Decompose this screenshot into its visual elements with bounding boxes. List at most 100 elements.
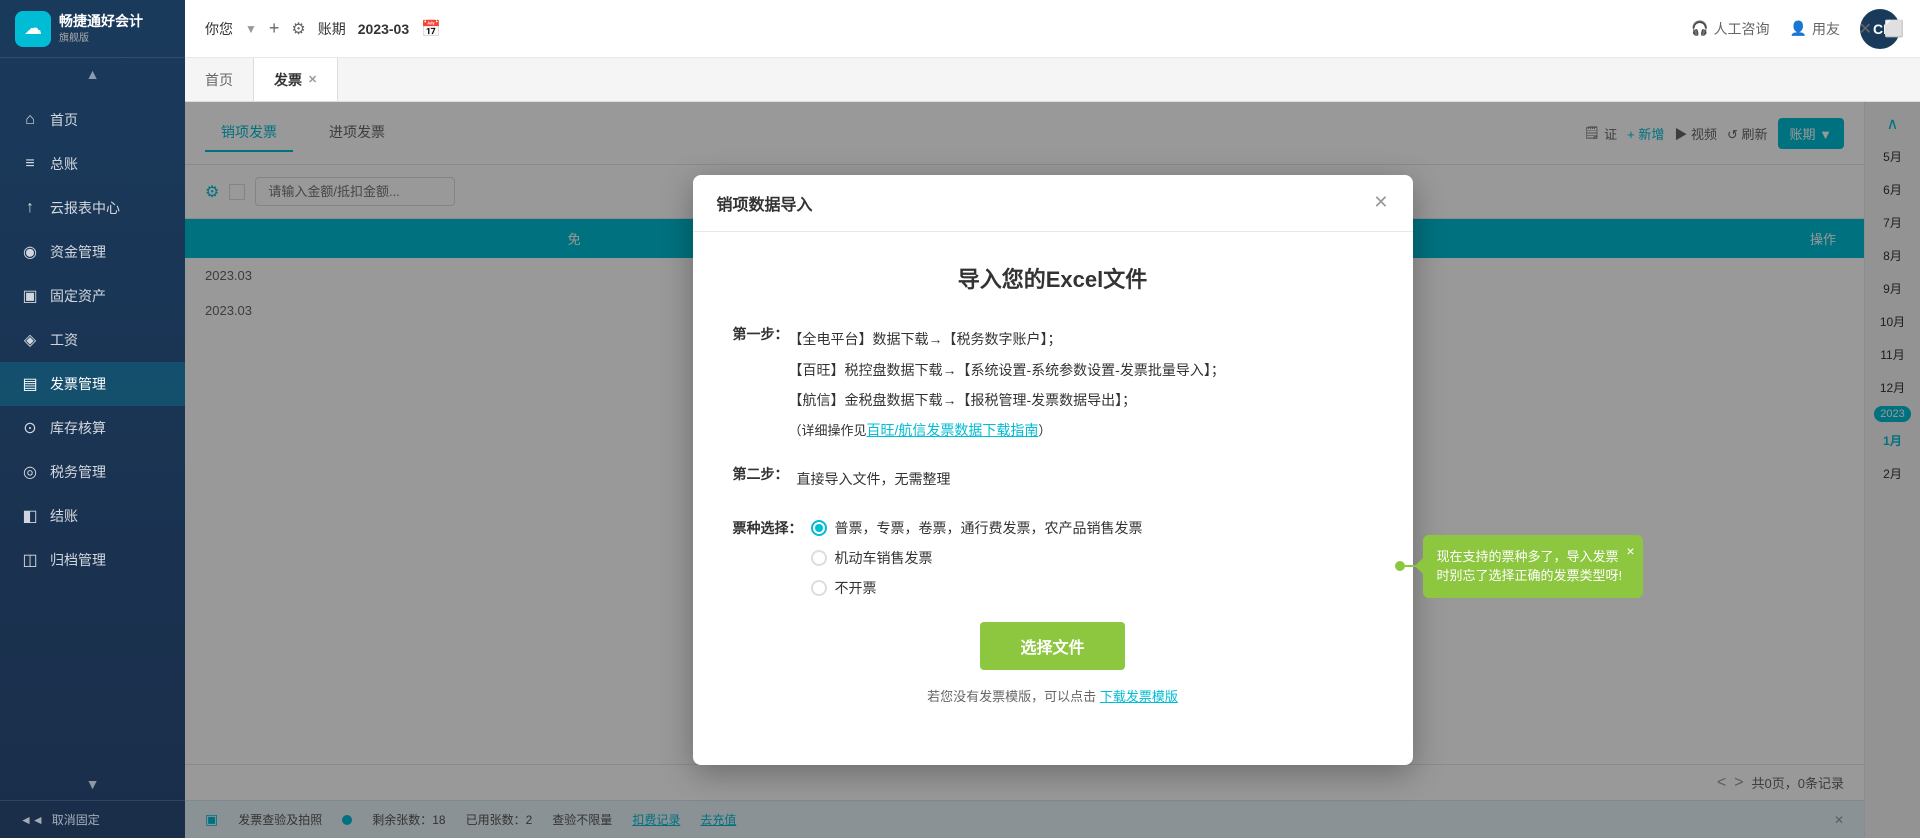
footer-text: 若您没有发票模版，可以点击: [927, 689, 1096, 704]
add-btn[interactable]: +: [269, 18, 280, 39]
tax-icon: ◎: [20, 462, 40, 482]
radio-label-none: 不开票: [835, 578, 877, 598]
content-area: 销项发票 进项发票 🗒 证 + 新增 ▶ 视频 ↺ 刷新 账期 ▼ ⚙: [185, 102, 1920, 838]
sidebar-item-closing[interactable]: ◧ 结账: [0, 494, 185, 538]
user-btn[interactable]: 👤 用友: [1790, 19, 1840, 39]
logo-icon: ☁: [15, 11, 51, 47]
step1-guide-link[interactable]: 百旺/航信发票数据下载指南: [867, 422, 1039, 438]
sidebar-label-ledger: 总账: [50, 154, 78, 174]
sidebar-item-archive[interactable]: ◫ 归档管理: [0, 538, 185, 582]
topbar: 你您 ▼ + ⚙ 账期 2023-03 📅 🎧 人工咨询 👤 用友 CI ✕ ⬜: [185, 0, 1920, 58]
sidebar-item-stock[interactable]: ⊙ 库存核算: [0, 406, 185, 450]
user-icon: 👤: [1790, 20, 1807, 37]
sidebar-label-home: 首页: [50, 110, 78, 130]
tooltip-bubble: × 现在支持的票种多了，导入发票时别忘了选择正确的发票类型呀!: [1423, 535, 1643, 598]
ticket-label: 票种选择：: [733, 518, 803, 538]
radio-label-normal: 普票，专票，卷票，通行费发票，农产品销售发票: [835, 518, 1143, 538]
radio-circle-motor: [811, 550, 827, 566]
modal-title: 销项数据导入: [717, 191, 813, 215]
calendar-icon[interactable]: 📅: [421, 19, 441, 39]
modal-overlay: 销项数据导入 ✕ 导入您的Excel文件 第一步： 【全电平台】数据下载→【税务…: [185, 102, 1920, 838]
tab-home-label: 首页: [205, 70, 233, 90]
step1-line1: 【全电平台】数据下载→【税务数字账户】；: [789, 324, 1373, 355]
cloud-icon: ↑: [20, 199, 40, 217]
pin-icon: ◄◄: [20, 813, 44, 827]
fund-icon: ◉: [20, 242, 40, 262]
archive-icon: ◫: [20, 550, 40, 570]
step2-content: 直接导入文件，无需整理: [797, 469, 951, 489]
cancel-pin-btn[interactable]: ◄◄ 取消固定: [0, 800, 185, 838]
closing-icon: ◧: [20, 506, 40, 526]
logo-name: 畅捷通好会计: [59, 13, 143, 30]
tooltip-text: 现在支持的票种多了，导入发票时别忘了选择正确的发票类型呀!: [1437, 549, 1623, 584]
tab-home[interactable]: 首页: [185, 58, 254, 101]
sidebar-item-ledger[interactable]: ≡ 总账: [0, 142, 185, 186]
radio-motor[interactable]: 机动车销售发票: [811, 548, 1143, 568]
sidebar-label-stock: 库存核算: [50, 418, 106, 438]
select-file-btn[interactable]: 选择文件: [980, 622, 1124, 670]
download-template-link[interactable]: 下载发票模版: [1100, 689, 1178, 704]
user-label: 用友: [1812, 19, 1840, 39]
sidebar-label-fund: 资金管理: [50, 242, 106, 262]
headset-icon: 🎧: [1691, 20, 1708, 37]
step1-line3: 【航信】金税盘数据下载→【报税管理-发票数据导出】；: [789, 385, 1373, 416]
modal-header: 销项数据导入 ✕: [693, 175, 1413, 232]
logo-area: ☁ 畅捷通好会计 旗舰版: [0, 0, 185, 58]
step-2: 第二步： 直接导入文件，无需整理: [733, 464, 1373, 494]
settings-icon[interactable]: ⚙: [291, 19, 305, 39]
sidebar-item-salary[interactable]: ◈ 工资: [0, 318, 185, 362]
radio-group: 普票，专票，卷票，通行费发票，农产品销售发票 机动车销售发票: [811, 518, 1143, 598]
import-modal: 销项数据导入 ✕ 导入您的Excel文件 第一步： 【全电平台】数据下载→【税务…: [693, 175, 1413, 765]
tab-invoice[interactable]: 发票 ✕: [254, 58, 338, 101]
stock-icon: ⊙: [20, 418, 40, 438]
modal-close-btn[interactable]: ✕: [1373, 192, 1388, 213]
scroll-up-btn[interactable]: ▲: [0, 58, 185, 90]
sidebar-item-fund[interactable]: ◉ 资金管理: [0, 230, 185, 274]
step1-line2: 【百旺】税控盘数据下载→【系统设置-系统参数设置-发票批量导入】；: [789, 355, 1373, 386]
company-dropdown-icon[interactable]: ▼: [245, 22, 257, 36]
window-maximize-btn[interactable]: ⬜: [1884, 19, 1904, 39]
sidebar-item-invoice[interactable]: ▤ 发票管理: [0, 362, 185, 406]
window-close-btn[interactable]: ✕: [1859, 19, 1872, 39]
sidebar-label-cloud: 云报表中心: [50, 198, 120, 218]
sidebar-label-invoice: 发票管理: [50, 374, 106, 394]
tooltip-container: × 现在支持的票种多了，导入发票时别忘了选择正确的发票类型呀!: [1423, 535, 1643, 598]
period-value: 2023-03: [358, 21, 409, 37]
sidebar: ☁ 畅捷通好会计 旗舰版 ▲ ⌂ 首页 ≡ 总账 ↑ 云报表中心 ◉ 资金管理 …: [0, 0, 185, 838]
sidebar-label-salary: 工资: [50, 330, 78, 350]
sidebar-item-home[interactable]: ⌂ 首页: [0, 98, 185, 142]
radio-label-motor: 机动车销售发票: [835, 548, 933, 568]
ticket-section: 票种选择： 普票，专票，卷票，通行费发票，农产品销售发票: [733, 518, 1373, 598]
tabs-bar: 首页 发票 ✕: [185, 58, 1920, 102]
ledger-icon: ≡: [20, 155, 40, 173]
modal-body: 导入您的Excel文件 第一步： 【全电平台】数据下载→【税务数字账户】； 【百…: [693, 232, 1413, 735]
sidebar-item-cloud[interactable]: ↑ 云报表中心: [0, 186, 185, 230]
logo-badge: 旗舰版: [59, 29, 143, 44]
sidebar-label-archive: 归档管理: [50, 550, 106, 570]
invoice-icon: ▤: [20, 374, 40, 394]
sidebar-item-tax[interactable]: ◎ 税务管理: [0, 450, 185, 494]
modal-footer: 若您没有发票模版，可以点击 下载发票模版: [733, 686, 1373, 705]
tab-invoice-close[interactable]: ✕: [308, 73, 317, 86]
tab-invoice-label: 发票: [274, 70, 302, 90]
sidebar-item-assets[interactable]: ▣ 固定资产: [0, 274, 185, 318]
tooltip-close-btn[interactable]: ×: [1626, 541, 1634, 562]
company-name: 你您: [205, 19, 233, 39]
step2-label: 第二步：: [733, 464, 789, 484]
main-area: 你您 ▼ + ⚙ 账期 2023-03 📅 🎧 人工咨询 👤 用友 CI ✕ ⬜…: [185, 0, 1920, 838]
sidebar-label-assets: 固定资产: [50, 286, 106, 306]
sidebar-label-closing: 结账: [50, 506, 78, 526]
home-icon: ⌂: [20, 111, 40, 129]
step1-link-prefix: （详细操作见: [789, 423, 867, 438]
radio-dot-normal: [815, 524, 823, 532]
radio-circle-normal: [811, 520, 827, 536]
cancel-pin-label: 取消固定: [52, 811, 100, 828]
assets-icon: ▣: [20, 286, 40, 306]
step1-label: 第一步：: [733, 324, 789, 430]
help-btn[interactable]: 🎧 人工咨询: [1691, 19, 1769, 39]
radio-none[interactable]: 不开票: [811, 578, 1143, 598]
tooltip-anchor-dot: [1395, 561, 1405, 571]
radio-normal[interactable]: 普票，专票，卷票，通行费发票，农产品销售发票: [811, 518, 1143, 538]
scroll-down-btn[interactable]: ▼: [0, 768, 185, 800]
sidebar-nav: ⌂ 首页 ≡ 总账 ↑ 云报表中心 ◉ 资金管理 ▣ 固定资产 ◈ 工资 ▤ 发…: [0, 90, 185, 768]
